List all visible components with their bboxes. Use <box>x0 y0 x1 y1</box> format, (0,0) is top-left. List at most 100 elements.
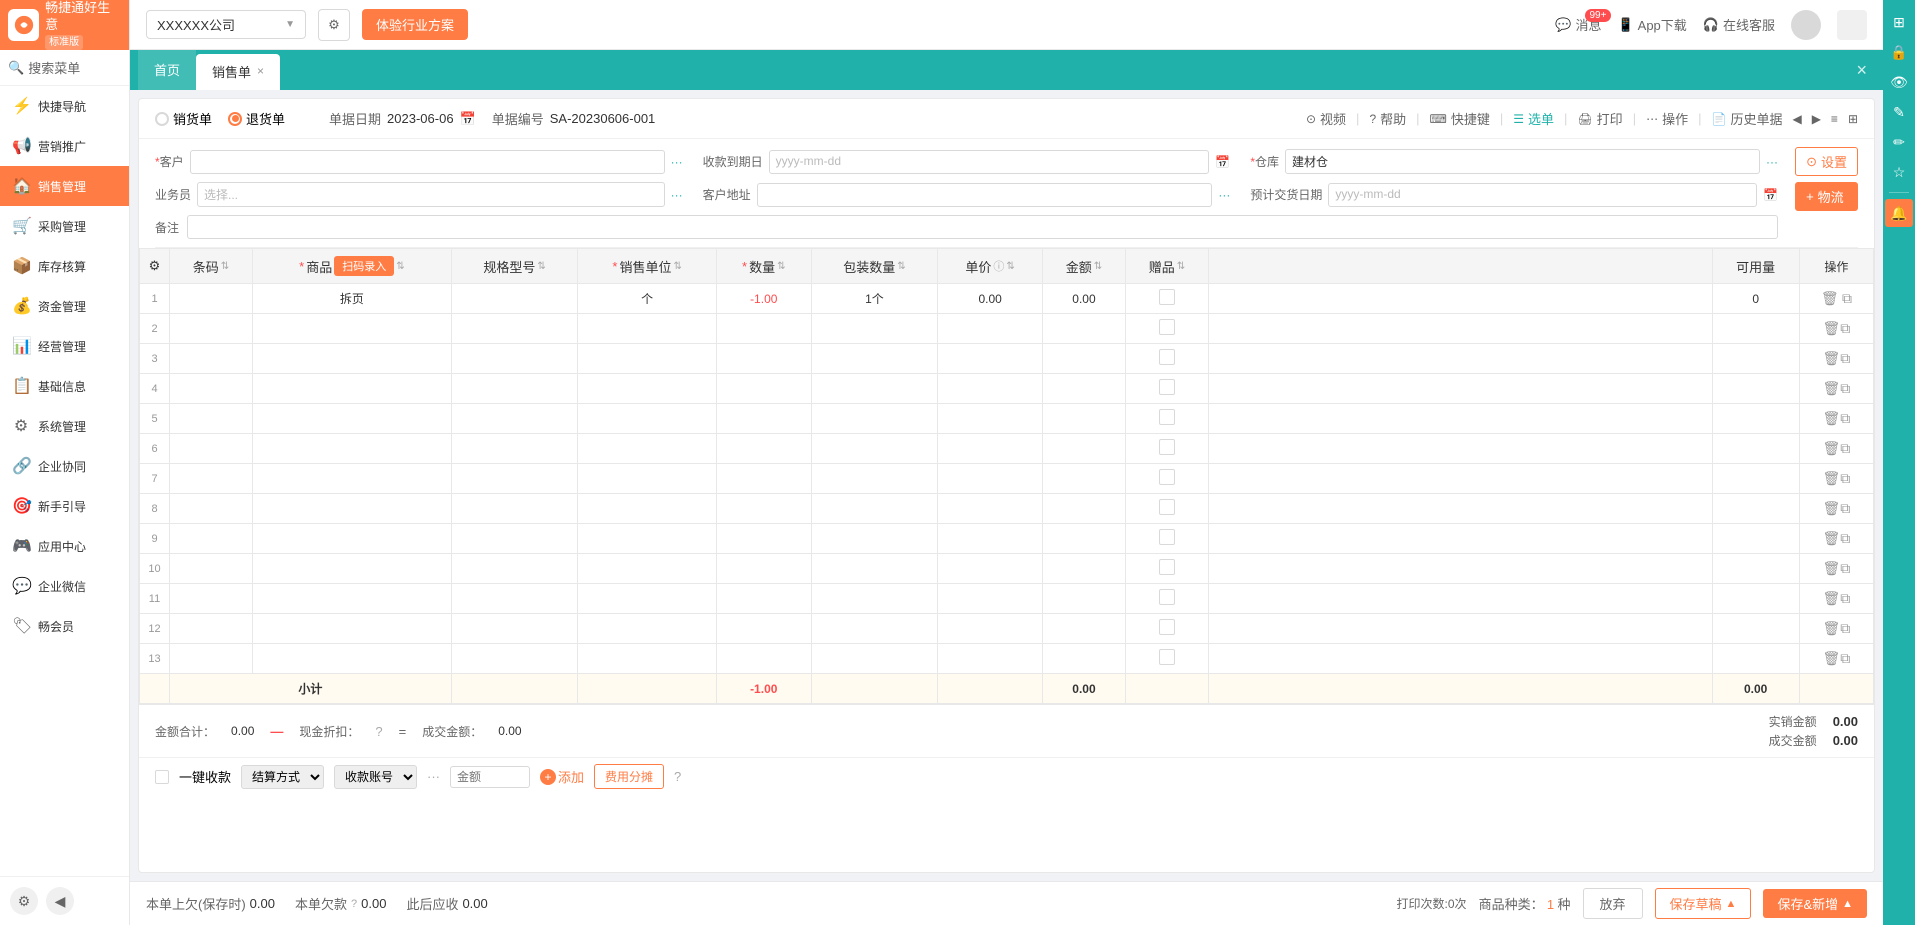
tab-close-icon[interactable]: × <box>257 64 264 78</box>
rs-grid-icon[interactable]: ⊞ <box>1885 8 1913 36</box>
sidebar-item-marketing[interactable]: 📢 营销推广 <box>0 126 129 166</box>
th-settings[interactable]: ⚙ <box>140 249 170 284</box>
message-button[interactable]: 💬 消息 99+ <box>1555 15 1601 34</box>
rs-eye-icon[interactable]: 👁 <box>1885 68 1913 96</box>
delete-row-button[interactable]: 🗑 <box>1823 500 1841 516</box>
scan-button[interactable]: 扫码录入 <box>334 256 394 276</box>
copy-row-button[interactable]: ⧉ <box>1840 530 1850 546</box>
row-amount[interactable]: 0.00 <box>1043 284 1126 314</box>
sidebar-item-sales[interactable]: 🏠 销售管理 <box>0 166 129 206</box>
add-payment-button[interactable]: + 添加 <box>540 767 584 786</box>
tab-sales-order[interactable]: 销售单 × <box>196 54 280 90</box>
radio-return-order[interactable]: 退货单 <box>228 109 285 128</box>
action-history[interactable]: 📄 历史单据 <box>1711 109 1782 128</box>
payment-date-input[interactable]: yyyy-mm-dd <box>769 150 1210 174</box>
action-help[interactable]: ? 帮助 <box>1369 109 1406 128</box>
discount-help-icon[interactable]: ? <box>375 724 382 739</box>
customer-addr-more[interactable]: ··· <box>1218 188 1230 202</box>
date-calendar-icon[interactable]: 📅 <box>460 111 476 127</box>
copy-row-button[interactable]: ⧉ <box>1840 440 1850 456</box>
copy-row-button[interactable]: ⧉ <box>1840 500 1850 516</box>
expense-help-icon[interactable]: ? <box>674 769 681 784</box>
company-settings-button[interactable]: ⚙ <box>318 9 350 41</box>
sidebar-item-guide[interactable]: 🎯 新手引导 <box>0 486 129 526</box>
save-draft-button[interactable]: 保存草稿 ▲ <box>1655 888 1752 919</box>
payment-account-select[interactable]: 收款账号 <box>334 765 417 789</box>
action-shortcut[interactable]: ⌨ 快捷键 <box>1430 109 1490 128</box>
salesperson-more[interactable]: ··· <box>671 188 683 202</box>
sidebar-item-enterprise[interactable]: 🔗 企业协同 <box>0 446 129 486</box>
debt-help-icon[interactable]: ? <box>351 898 357 910</box>
payment-date-calendar[interactable]: 📅 <box>1215 155 1230 169</box>
one-click-checkbox[interactable] <box>155 770 169 784</box>
save-new-button[interactable]: 保存&新增 ▲ <box>1763 889 1867 918</box>
user-menu-button[interactable] <box>1837 10 1867 40</box>
delete-row-button[interactable]: 🗑 <box>1821 290 1839 306</box>
save-new-arrow[interactable]: ▲ <box>1842 898 1853 910</box>
copy-row-button[interactable]: ⧉ <box>1840 650 1850 666</box>
delete-row-button[interactable]: 🗑 <box>1823 320 1841 336</box>
remarks-input[interactable] <box>187 215 1778 239</box>
sidebar-item-purchase[interactable]: 🛒 采购管理 <box>0 206 129 246</box>
copy-row-button[interactable]: ⧉ <box>1840 320 1850 336</box>
delivery-date-input[interactable]: yyyy-mm-dd <box>1328 183 1757 207</box>
copy-row-button[interactable]: ⧉ <box>1840 470 1850 486</box>
row-pkg-qty[interactable]: 1个 <box>811 284 938 314</box>
delivery-date-calendar[interactable]: 📅 <box>1763 188 1778 202</box>
rs-notification-icon[interactable]: 🔔 <box>1885 199 1913 227</box>
sidebar-item-wechat[interactable]: 💬 企业微信 <box>0 566 129 606</box>
row-spec[interactable] <box>451 284 578 314</box>
copy-row-button[interactable]: ⧉ <box>1840 560 1850 576</box>
row-qty[interactable]: -1.00 <box>716 284 811 314</box>
row-barcode[interactable] <box>170 284 253 314</box>
sidebar-item-basic[interactable]: 📋 基础信息 <box>0 366 129 406</box>
search-menu[interactable]: 🔍 搜索菜单 <box>0 50 129 86</box>
customer-input[interactable] <box>190 150 665 174</box>
tab-home[interactable]: 首页 <box>138 50 196 90</box>
warehouse-more[interactable]: ··· <box>1766 155 1778 169</box>
rs-star-icon[interactable]: ☆ <box>1885 158 1913 186</box>
customer-more[interactable]: ··· <box>671 155 683 169</box>
copy-row-button[interactable]: ⧉ <box>1840 380 1850 396</box>
delete-row-button[interactable]: 🗑 <box>1823 350 1841 366</box>
rs-pencil-icon[interactable]: ✏ <box>1885 128 1913 156</box>
nav-next[interactable]: ▶ <box>1812 112 1821 126</box>
online-service-button[interactable]: 🎧 在线客服 <box>1703 15 1775 34</box>
action-print[interactable]: 🖨 打印 <box>1577 109 1622 128</box>
payment-more-icon[interactable]: ··· <box>427 769 440 784</box>
collapse-icon[interactable]: ◀ <box>46 887 74 915</box>
warehouse-input[interactable]: 建材仓 <box>1285 149 1760 174</box>
payment-method-select[interactable]: 结算方式 <box>241 765 324 789</box>
view-grid[interactable]: ⊞ <box>1848 112 1858 126</box>
rs-edit-icon[interactable]: ✎ <box>1885 98 1913 126</box>
copy-row-button[interactable]: ⧉ <box>1840 620 1850 636</box>
sidebar-item-operation[interactable]: 📊 经营管理 <box>0 326 129 366</box>
delete-row-button[interactable]: 🗑 <box>1823 590 1841 606</box>
delete-row-button[interactable]: 🗑 <box>1823 620 1841 636</box>
copy-row-button[interactable]: ⧉ <box>1840 590 1850 606</box>
user-avatar[interactable] <box>1791 10 1821 40</box>
row-unit[interactable]: 个 <box>578 284 716 314</box>
row-goods[interactable]: 拆页 <box>252 284 451 314</box>
sidebar-item-system[interactable]: ⚙ 系统管理 <box>0 406 129 446</box>
delete-row-button[interactable]: 🗑 <box>1823 560 1841 576</box>
app-download-button[interactable]: 📱 App下载 <box>1617 15 1686 34</box>
sidebar-item-quick-nav[interactable]: ⚡ 快捷导航 <box>0 86 129 126</box>
view-list[interactable]: ≡ <box>1831 112 1838 126</box>
delete-row-button[interactable]: 🗑 <box>1823 380 1841 396</box>
settings-button[interactable]: ⊙ 设置 <box>1795 147 1858 176</box>
save-draft-arrow[interactable]: ▲ <box>1726 898 1737 910</box>
logistics-button[interactable]: + 物流 <box>1795 182 1858 211</box>
delete-row-button[interactable]: 🗑 <box>1823 650 1841 666</box>
action-select[interactable]: ☰ 选单 <box>1513 109 1554 128</box>
copy-row-button[interactable]: ⧉ <box>1840 410 1850 426</box>
copy-row-button[interactable]: ⧉ <box>1840 350 1850 366</box>
sidebar-item-appstore[interactable]: 🎮 应用中心 <box>0 526 129 566</box>
close-all-tabs-button[interactable]: × <box>1848 60 1875 81</box>
sidebar-item-member[interactable]: 🏷 畅会员 <box>0 606 129 646</box>
action-video[interactable]: ⊙ 视频 <box>1306 109 1346 128</box>
copy-row-button[interactable]: ⧉ <box>1842 290 1852 306</box>
action-operate[interactable]: ⋯ 操作 <box>1646 109 1688 128</box>
nav-prev[interactable]: ◀ <box>1792 112 1801 126</box>
row-price[interactable]: 0.00 <box>938 284 1043 314</box>
